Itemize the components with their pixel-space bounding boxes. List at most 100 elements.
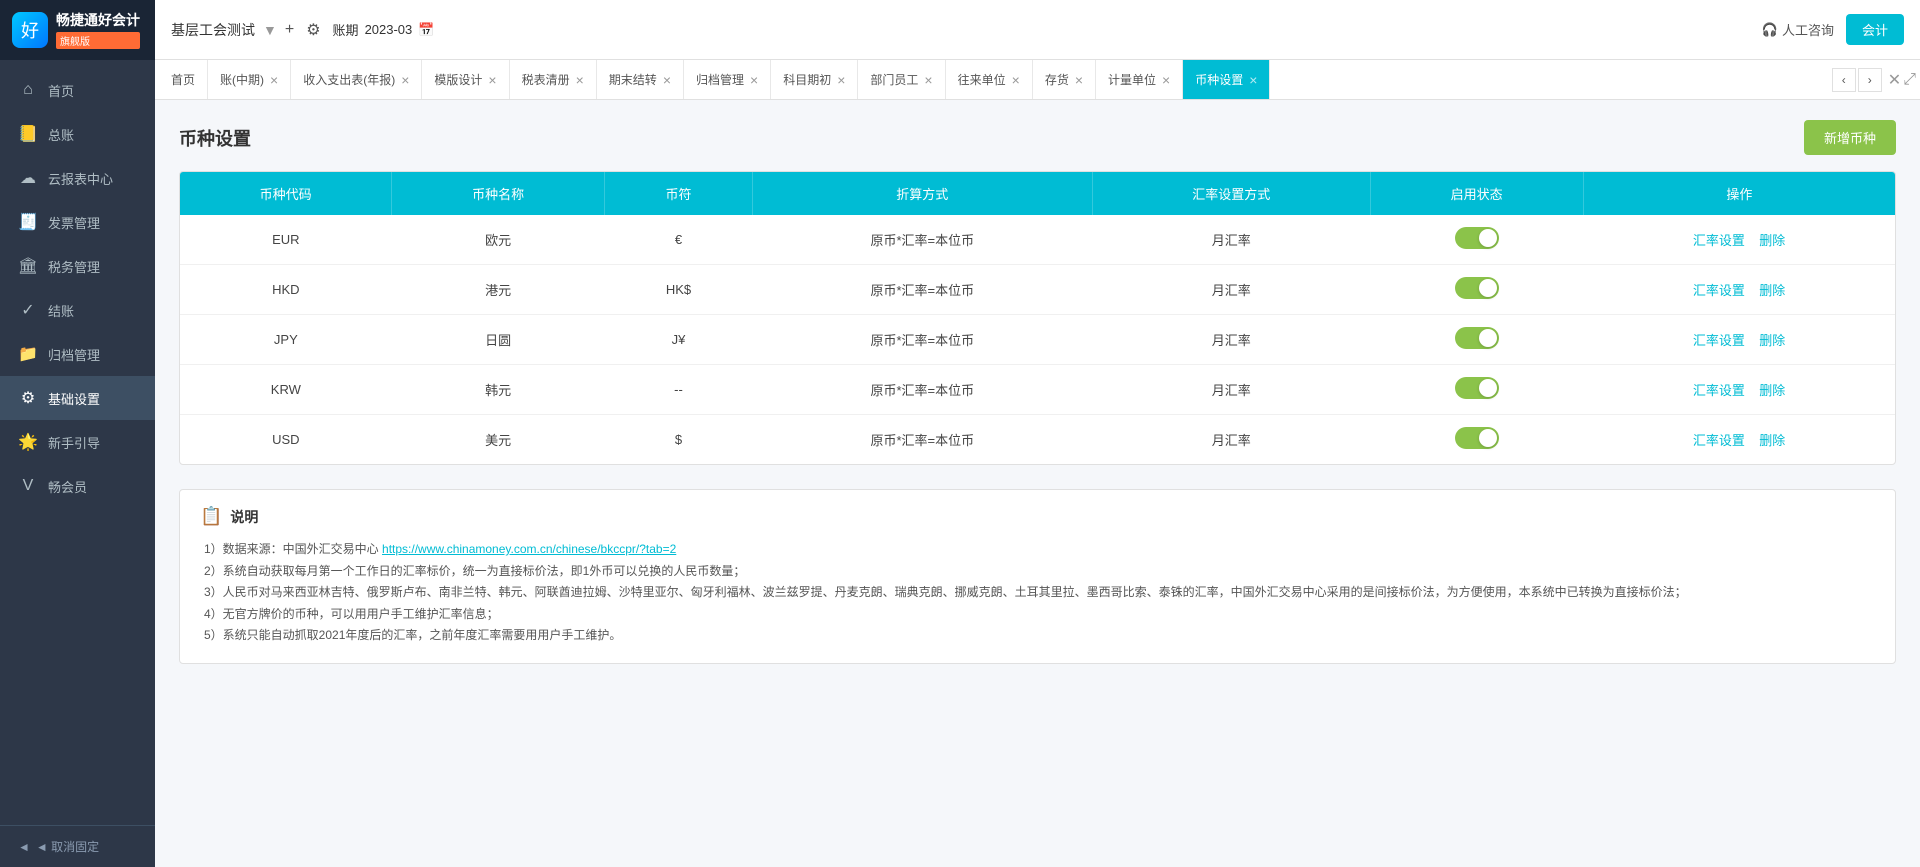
rate-settings-link-1[interactable]: 汇率设置 bbox=[1693, 283, 1745, 298]
cell-rate-method: 月汇率 bbox=[1092, 415, 1370, 465]
note-item: 1）数据来源：中国外汇交易中心 https://www.chinamoney.c… bbox=[200, 539, 1875, 561]
sidebar-item-checkout[interactable]: ✓ 结账 bbox=[0, 288, 155, 332]
toggle-track bbox=[1455, 227, 1499, 249]
tab-close-income[interactable]: × bbox=[401, 73, 409, 87]
tab-dept[interactable]: 部门员工× bbox=[858, 60, 945, 100]
cell-code: HKD bbox=[180, 265, 392, 315]
account-button[interactable]: 会计 bbox=[1846, 14, 1904, 45]
sidebar-item-guide[interactable]: 🌟 新手引导 bbox=[0, 420, 155, 464]
cell-name: 港元 bbox=[392, 265, 605, 315]
tab-currency[interactable]: 币种设置× bbox=[1183, 60, 1270, 100]
service-button[interactable]: 🎧 人工咨询 bbox=[1762, 20, 1834, 39]
settings-icon: ⚙ bbox=[18, 388, 38, 408]
tab-label-subjects: 科目期初 bbox=[783, 71, 831, 88]
tabbar: 首页账(中期)×收入支出表(年报)×模版设计×税表清册×期末结转×归档管理×科目… bbox=[155, 60, 1920, 100]
tab-close-subjects[interactable]: × bbox=[837, 73, 845, 87]
sidebar-footer-label: ◄ 取消固定 bbox=[36, 838, 99, 855]
rate-settings-link-0[interactable]: 汇率设置 bbox=[1693, 233, 1745, 248]
topbar-actions: + ⚙ bbox=[285, 20, 321, 40]
sidebar-label-reports: 云报表中心 bbox=[48, 169, 113, 188]
tab-partners[interactable]: 往来单位× bbox=[946, 60, 1033, 100]
sidebar-item-settings[interactable]: ⚙ 基础设置 bbox=[0, 376, 155, 420]
delete-link-0[interactable]: 删除 bbox=[1759, 233, 1785, 248]
close-all-tabs-button[interactable]: ✕ bbox=[1888, 70, 1901, 90]
period-value: 2023-03 bbox=[365, 22, 413, 37]
tab-close-inventory[interactable]: × bbox=[1075, 73, 1083, 87]
notes-link[interactable]: https://www.chinamoney.com.cn/chinese/bk… bbox=[382, 542, 676, 556]
app-edition: 旗舰版 bbox=[56, 32, 140, 49]
sidebar-item-tax[interactable]: 🏛 税务管理 bbox=[0, 244, 155, 288]
rate-settings-link-4[interactable]: 汇率设置 bbox=[1693, 433, 1745, 448]
company-dropdown-icon: ▼ bbox=[263, 22, 277, 38]
delete-link-4[interactable]: 删除 bbox=[1759, 433, 1785, 448]
tab-home[interactable]: 首页 bbox=[159, 60, 208, 100]
company-selector[interactable]: 基层工会测试 ▼ bbox=[171, 20, 277, 40]
enabled-toggle-1[interactable] bbox=[1455, 277, 1499, 299]
tab-period_end[interactable]: 期末结转 × bbox=[597, 60, 684, 100]
note-item: 3）人民币对马来西亚林吉特、俄罗斯卢布、南非兰特、韩元、阿联酋迪拉姆、沙特里亚尔… bbox=[200, 582, 1875, 604]
tab-inventory[interactable]: 存货× bbox=[1033, 60, 1096, 100]
new-currency-button[interactable]: 新增币种 bbox=[1804, 120, 1896, 155]
rate-settings-link-2[interactable]: 汇率设置 bbox=[1693, 333, 1745, 348]
sidebar-item-ledger[interactable]: 📒 总账 bbox=[0, 112, 155, 156]
tab-close-archive[interactable]: × bbox=[750, 73, 758, 87]
tab-unit[interactable]: 计量单位× bbox=[1096, 60, 1183, 100]
rate-settings-link-3[interactable]: 汇率设置 bbox=[1693, 383, 1745, 398]
tab-template[interactable]: 模版设计× bbox=[422, 60, 509, 100]
toggle-thumb bbox=[1479, 279, 1497, 297]
cell-code: KRW bbox=[180, 365, 392, 415]
archive-icon: 📁 bbox=[18, 344, 38, 364]
tab-prev-button[interactable]: ‹ bbox=[1832, 68, 1856, 92]
tab-close-currency[interactable]: × bbox=[1249, 73, 1257, 87]
sidebar-item-home[interactable]: ⌂ 首页 bbox=[0, 68, 155, 112]
checkout-icon: ✓ bbox=[18, 300, 38, 320]
calendar-icon[interactable]: 📅 bbox=[418, 22, 434, 38]
tab-close-unit[interactable]: × bbox=[1162, 73, 1170, 87]
tab-close-period_end[interactable]: × bbox=[663, 73, 671, 87]
tab-close-balance[interactable]: × bbox=[270, 73, 278, 87]
cell-name: 日圆 bbox=[392, 315, 605, 365]
cell-symbol: J¥ bbox=[605, 315, 753, 365]
table-header-row: 币种代码币种名称币符折算方式汇率设置方式启用状态操作 bbox=[180, 172, 1895, 215]
delete-link-2[interactable]: 删除 bbox=[1759, 333, 1785, 348]
sidebar: 好 畅捷通好会计 旗舰版 ⌂ 首页 📒 总账 ☁ 云报表中心 🧾 发票管理 🏛 … bbox=[0, 0, 155, 867]
tab-balance[interactable]: 账(中期)× bbox=[208, 60, 291, 100]
cell-rate-method: 月汇率 bbox=[1092, 315, 1370, 365]
tab-income[interactable]: 收入支出表(年报)× bbox=[291, 60, 422, 100]
delete-link-3[interactable]: 删除 bbox=[1759, 383, 1785, 398]
guide-icon: 🌟 bbox=[18, 432, 38, 452]
cell-enabled bbox=[1370, 415, 1583, 465]
sidebar-item-archive[interactable]: 📁 归档管理 bbox=[0, 332, 155, 376]
toggle-track bbox=[1455, 277, 1499, 299]
tab-label-period_end: 期末结转 bbox=[609, 71, 657, 88]
sidebar-pin-toggle[interactable]: ◄ ◄ 取消固定 bbox=[0, 825, 155, 867]
cell-enabled bbox=[1370, 215, 1583, 265]
tab-subjects[interactable]: 科目期初 × bbox=[771, 60, 858, 100]
enabled-toggle-0[interactable] bbox=[1455, 227, 1499, 249]
cell-rate-method: 月汇率 bbox=[1092, 365, 1370, 415]
sidebar-item-member[interactable]: V 畅会员 bbox=[0, 464, 155, 508]
tab-next-button[interactable]: › bbox=[1858, 68, 1882, 92]
tab-close-template[interactable]: × bbox=[488, 73, 496, 87]
add-tab-button[interactable]: + bbox=[285, 21, 294, 39]
tab-tax[interactable]: 税表清册× bbox=[510, 60, 597, 100]
sidebar-logo-text: 畅捷通好会计 旗舰版 bbox=[56, 11, 140, 48]
table-col-币种代码: 币种代码 bbox=[180, 172, 392, 215]
tab-close-tax[interactable]: × bbox=[576, 73, 584, 87]
sidebar-item-invoice[interactable]: 🧾 发票管理 bbox=[0, 200, 155, 244]
tab-close-partners[interactable]: × bbox=[1012, 73, 1020, 87]
enabled-toggle-2[interactable] bbox=[1455, 327, 1499, 349]
delete-link-1[interactable]: 删除 bbox=[1759, 283, 1785, 298]
cell-name: 欧元 bbox=[392, 215, 605, 265]
cell-name: 美元 bbox=[392, 415, 605, 465]
table-row: JPY日圆J¥原币*汇率=本位币月汇率 汇率设置 删除 bbox=[180, 315, 1895, 365]
tab-close-dept[interactable]: × bbox=[924, 73, 932, 87]
expand-button[interactable]: ⤢ bbox=[1903, 71, 1916, 89]
sidebar-item-reports[interactable]: ☁ 云报表中心 bbox=[0, 156, 155, 200]
enabled-toggle-4[interactable] bbox=[1455, 427, 1499, 449]
table-col-币符: 币符 bbox=[605, 172, 753, 215]
tab-archive[interactable]: 归档管理× bbox=[684, 60, 771, 100]
enabled-toggle-3[interactable] bbox=[1455, 377, 1499, 399]
settings-button[interactable]: ⚙ bbox=[306, 20, 320, 40]
ledger-icon: 📒 bbox=[18, 124, 38, 144]
